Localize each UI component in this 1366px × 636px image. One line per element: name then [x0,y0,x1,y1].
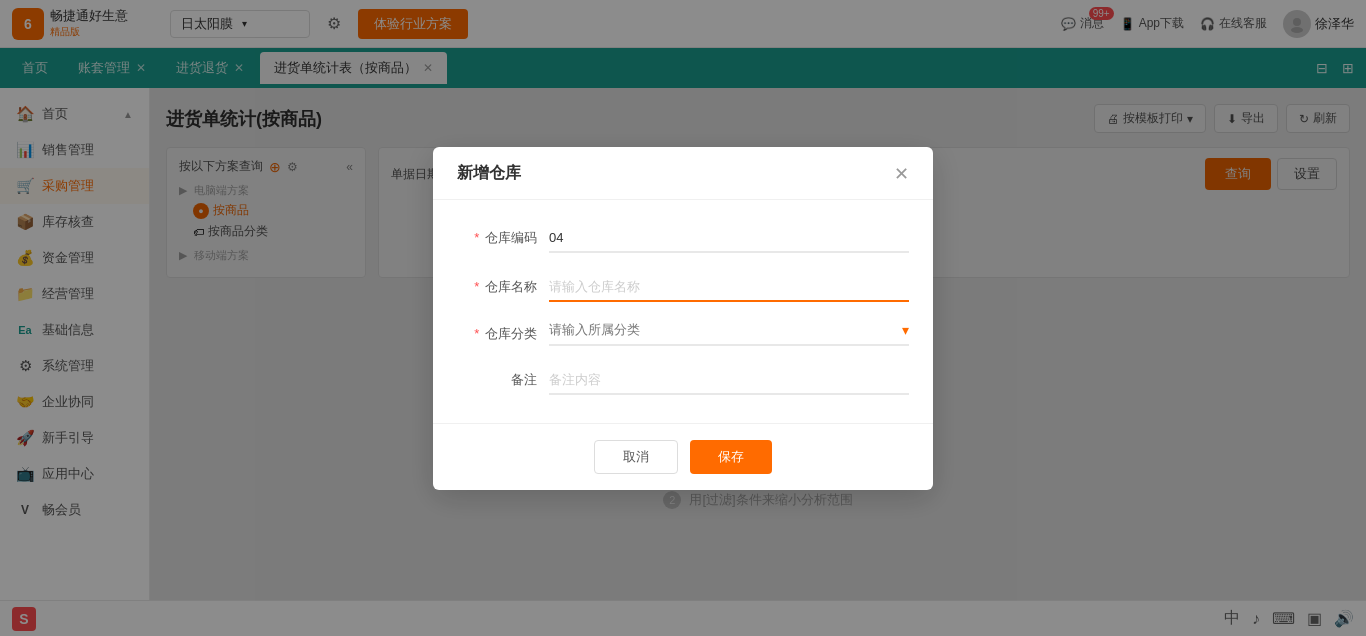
warehouse-code-input[interactable] [549,224,909,253]
modal-header: 新增仓库 ✕ [433,147,933,200]
warehouse-note-group: 备注 [457,366,909,395]
warehouse-name-group: * 仓库名称 [457,273,909,302]
warehouse-code-group: * 仓库编码 [457,224,909,253]
save-button[interactable]: 保存 [690,440,772,474]
warehouse-name-input[interactable] [549,273,909,302]
required-star: * [474,279,479,294]
modal-body: * 仓库编码 * 仓库名称 * 仓库分类 [433,200,933,423]
cancel-button[interactable]: 取消 [594,440,678,474]
new-warehouse-modal: 新增仓库 ✕ * 仓库编码 * 仓库名称 [433,147,933,490]
required-star: * [474,326,479,341]
select-arrow-icon: ▾ [902,322,909,338]
warehouse-category-select[interactable]: ▾ [549,322,909,346]
modal-title: 新增仓库 [457,163,521,184]
required-star: * [474,230,479,245]
modal-overlay: 新增仓库 ✕ * 仓库编码 * 仓库名称 [0,0,1366,636]
modal-close-icon[interactable]: ✕ [894,163,909,185]
warehouse-category-group: * 仓库分类 ▾ [457,322,909,346]
warehouse-note-input[interactable] [549,366,909,395]
modal-footer: 取消 保存 [433,423,933,490]
category-input[interactable] [549,322,902,337]
